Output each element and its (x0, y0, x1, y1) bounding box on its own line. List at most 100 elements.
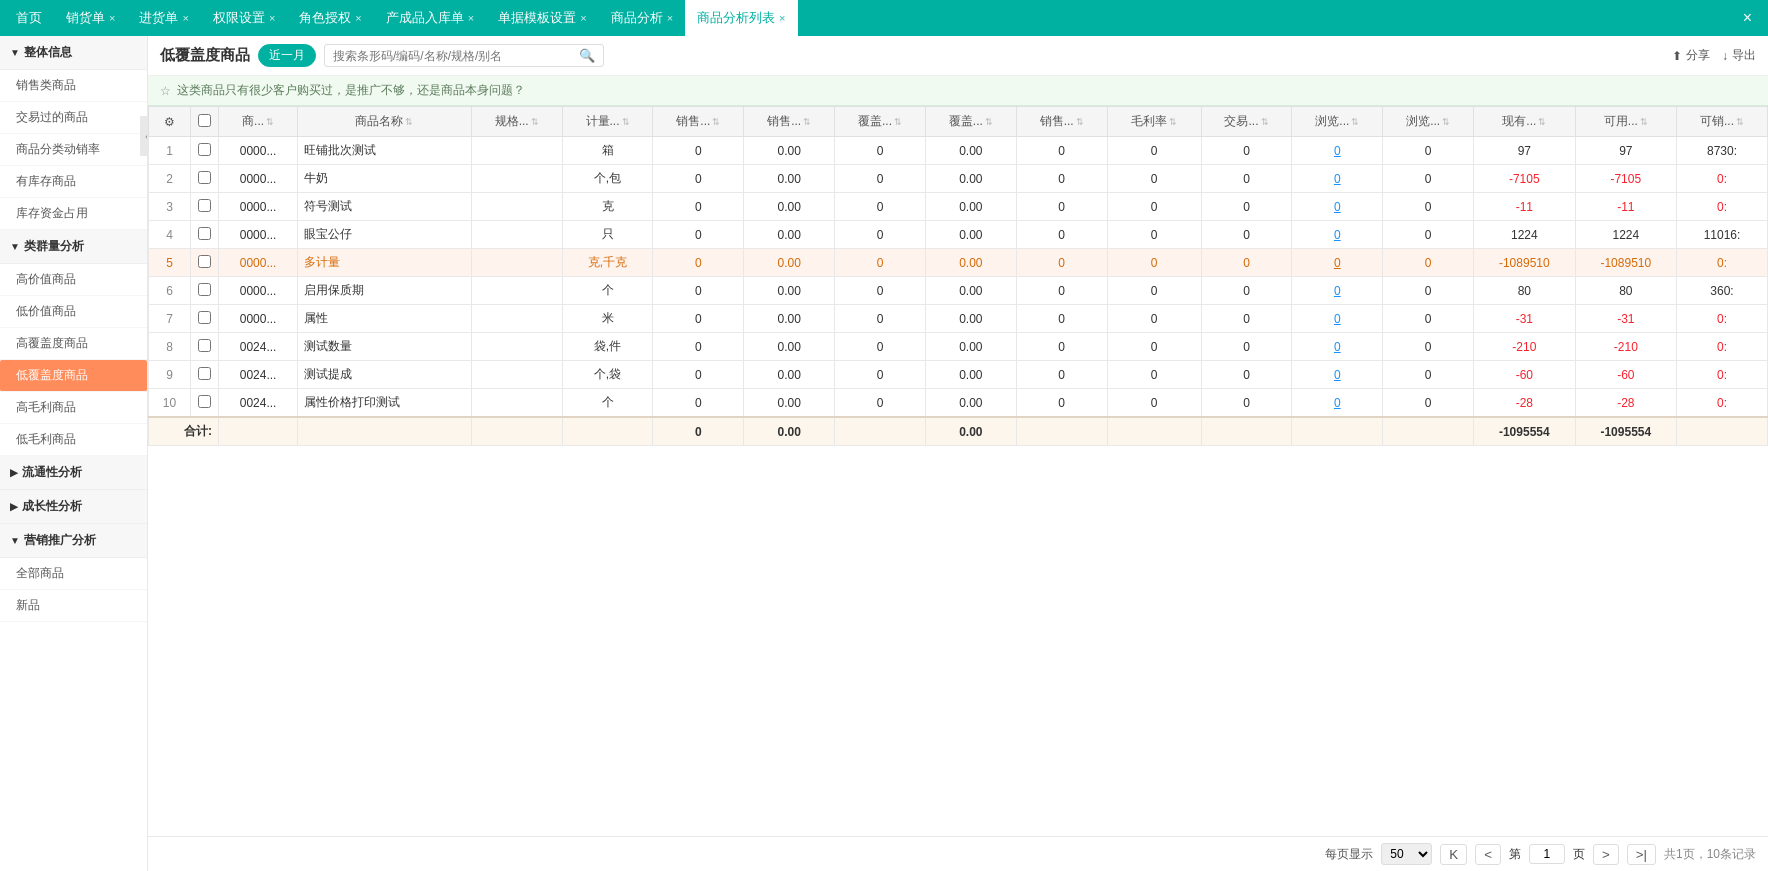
cell-browse1[interactable]: 0 (1292, 277, 1383, 305)
nav-close-goods-list[interactable]: × (779, 12, 785, 24)
nav-close-production[interactable]: × (468, 12, 474, 24)
cell-checkbox[interactable] (190, 137, 218, 165)
nav-purchase[interactable]: 进货单 × (127, 0, 200, 36)
sidebar-collapse-button[interactable]: « (140, 116, 148, 156)
nav-close-template[interactable]: × (580, 12, 586, 24)
cell-browse1[interactable]: 0 (1292, 305, 1383, 333)
row-checkbox[interactable] (198, 367, 211, 380)
cell-browse1[interactable]: 0 (1292, 137, 1383, 165)
filter-recent-month[interactable]: 近一月 (258, 44, 316, 67)
search-input[interactable] (333, 49, 579, 63)
column-trade[interactable]: 交易...⇅ (1201, 107, 1292, 137)
row-checkbox[interactable] (198, 255, 211, 268)
sidebar-section-cluster[interactable]: ▼ 类群量分析 (0, 230, 147, 264)
nav-goods-list[interactable]: 商品分析列表 × (685, 0, 797, 36)
sidebar-item-low-margin[interactable]: 低毛利商品 (0, 424, 147, 456)
column-name[interactable]: 商品名称⇅ (298, 107, 472, 137)
column-cover2[interactable]: 覆盖...⇅ (925, 107, 1016, 137)
nav-goods-analysis[interactable]: 商品分析 × (599, 0, 685, 36)
cell-browse1[interactable]: 0 (1292, 333, 1383, 361)
cell-browse1[interactable]: 0 (1292, 193, 1383, 221)
sidebar-item-traded-goods[interactable]: 交易过的商品 (0, 102, 147, 134)
cell-browse2: 0 (1383, 137, 1474, 165)
nav-close-goods-analysis[interactable]: × (667, 12, 673, 24)
export-button[interactable]: ↓ 导出 (1722, 47, 1756, 64)
cell-checkbox[interactable] (190, 165, 218, 193)
column-browse2[interactable]: 浏览...⇅ (1383, 107, 1474, 137)
column-browse1[interactable]: 浏览...⇅ (1292, 107, 1383, 137)
share-button[interactable]: ⬆ 分享 (1672, 47, 1710, 64)
column-settings[interactable]: ⚙ (149, 107, 191, 137)
nav-roles[interactable]: 角色授权 × (287, 0, 373, 36)
cell-checkbox[interactable] (190, 193, 218, 221)
next-page-button[interactable]: > (1593, 844, 1619, 865)
row-checkbox[interactable] (198, 171, 211, 184)
column-cover1[interactable]: 覆盖...⇅ (835, 107, 926, 137)
first-page-button[interactable]: K (1440, 844, 1467, 865)
cell-sales2: 0.00 (744, 249, 835, 277)
column-code[interactable]: 商...⇅ (218, 107, 297, 137)
row-checkbox[interactable] (198, 199, 211, 212)
sidebar-item-stocked-goods[interactable]: 有库存商品 (0, 166, 147, 198)
sidebar-item-all-goods[interactable]: 全部商品 (0, 558, 147, 590)
column-stock3[interactable]: 可销...⇅ (1677, 107, 1768, 137)
cell-checkbox[interactable] (190, 277, 218, 305)
nav-close-roles[interactable]: × (355, 12, 361, 24)
cell-checkbox[interactable] (190, 361, 218, 389)
sidebar-item-sales-goods[interactable]: 销售类商品 (0, 70, 147, 102)
prev-page-button[interactable]: < (1475, 844, 1501, 865)
sidebar-item-high-margin[interactable]: 高毛利商品 (0, 392, 147, 424)
cell-browse1[interactable]: 0 (1292, 221, 1383, 249)
nav-permissions[interactable]: 权限设置 × (201, 0, 287, 36)
sidebar-item-low-coverage[interactable]: 低覆盖度商品 (0, 360, 147, 392)
page-input[interactable] (1529, 844, 1565, 864)
sidebar-item-high-coverage[interactable]: 高覆盖度商品 (0, 328, 147, 360)
nav-close-purchase[interactable]: × (182, 12, 188, 24)
column-gross[interactable]: 毛利率⇅ (1107, 107, 1201, 137)
column-spec[interactable]: 规格...⇅ (471, 107, 562, 137)
select-all-checkbox[interactable] (198, 114, 211, 127)
column-stock1[interactable]: 现有...⇅ (1474, 107, 1576, 137)
window-close-button[interactable]: × (1731, 9, 1764, 27)
nav-production[interactable]: 产成品入库单 × (374, 0, 486, 36)
column-stock2[interactable]: 可用...⇅ (1575, 107, 1677, 137)
sidebar-section-circulation[interactable]: ▶ 流通性分析 (0, 456, 147, 490)
column-sales2[interactable]: 销售...⇅ (744, 107, 835, 137)
nav-template[interactable]: 单据模板设置 × (486, 0, 598, 36)
nav-sales[interactable]: 销货单 × (54, 0, 127, 36)
row-checkbox[interactable] (198, 339, 211, 352)
total-records-label: 共1页，10条记录 (1664, 846, 1756, 863)
row-checkbox[interactable] (198, 143, 211, 156)
cell-checkbox[interactable] (190, 333, 218, 361)
cell-checkbox[interactable] (190, 389, 218, 418)
nav-close-permissions[interactable]: × (269, 12, 275, 24)
cell-browse1[interactable]: 0 (1292, 361, 1383, 389)
cell-code: 0000... (218, 249, 297, 277)
column-unit[interactable]: 计量...⇅ (562, 107, 653, 137)
nav-home[interactable]: 首页 (4, 0, 54, 36)
sidebar-item-low-value[interactable]: 低价值商品 (0, 296, 147, 328)
sidebar-item-high-value[interactable]: 高价值商品 (0, 264, 147, 296)
row-checkbox[interactable] (198, 311, 211, 324)
row-checkbox[interactable] (198, 227, 211, 240)
column-sales3[interactable]: 销售...⇅ (1016, 107, 1107, 137)
sidebar-item-new-goods[interactable]: 新品 (0, 590, 147, 622)
cell-checkbox[interactable] (190, 249, 218, 277)
last-page-button[interactable]: >| (1627, 844, 1656, 865)
row-checkbox[interactable] (198, 283, 211, 296)
cell-browse1[interactable]: 0 (1292, 249, 1383, 277)
column-sales1[interactable]: 销售...⇅ (653, 107, 744, 137)
cell-checkbox[interactable] (190, 221, 218, 249)
sidebar-section-growth[interactable]: ▶ 成长性分析 (0, 490, 147, 524)
sidebar-section-overall[interactable]: ▼ 整体信息 (0, 36, 147, 70)
cell-stock2: -210 (1575, 333, 1677, 361)
row-checkbox[interactable] (198, 395, 211, 408)
sidebar-item-category-rate[interactable]: 商品分类动销率 (0, 134, 147, 166)
cell-checkbox[interactable] (190, 305, 218, 333)
cell-browse1[interactable]: 0 (1292, 165, 1383, 193)
nav-close-sales[interactable]: × (109, 12, 115, 24)
cell-browse1[interactable]: 0 (1292, 389, 1383, 418)
sidebar-item-stock-capital[interactable]: 库存资金占用 (0, 198, 147, 230)
sidebar-section-marketing[interactable]: ▼ 营销推广分析 (0, 524, 147, 558)
per-page-select[interactable]: 50 20 100 (1381, 843, 1432, 865)
